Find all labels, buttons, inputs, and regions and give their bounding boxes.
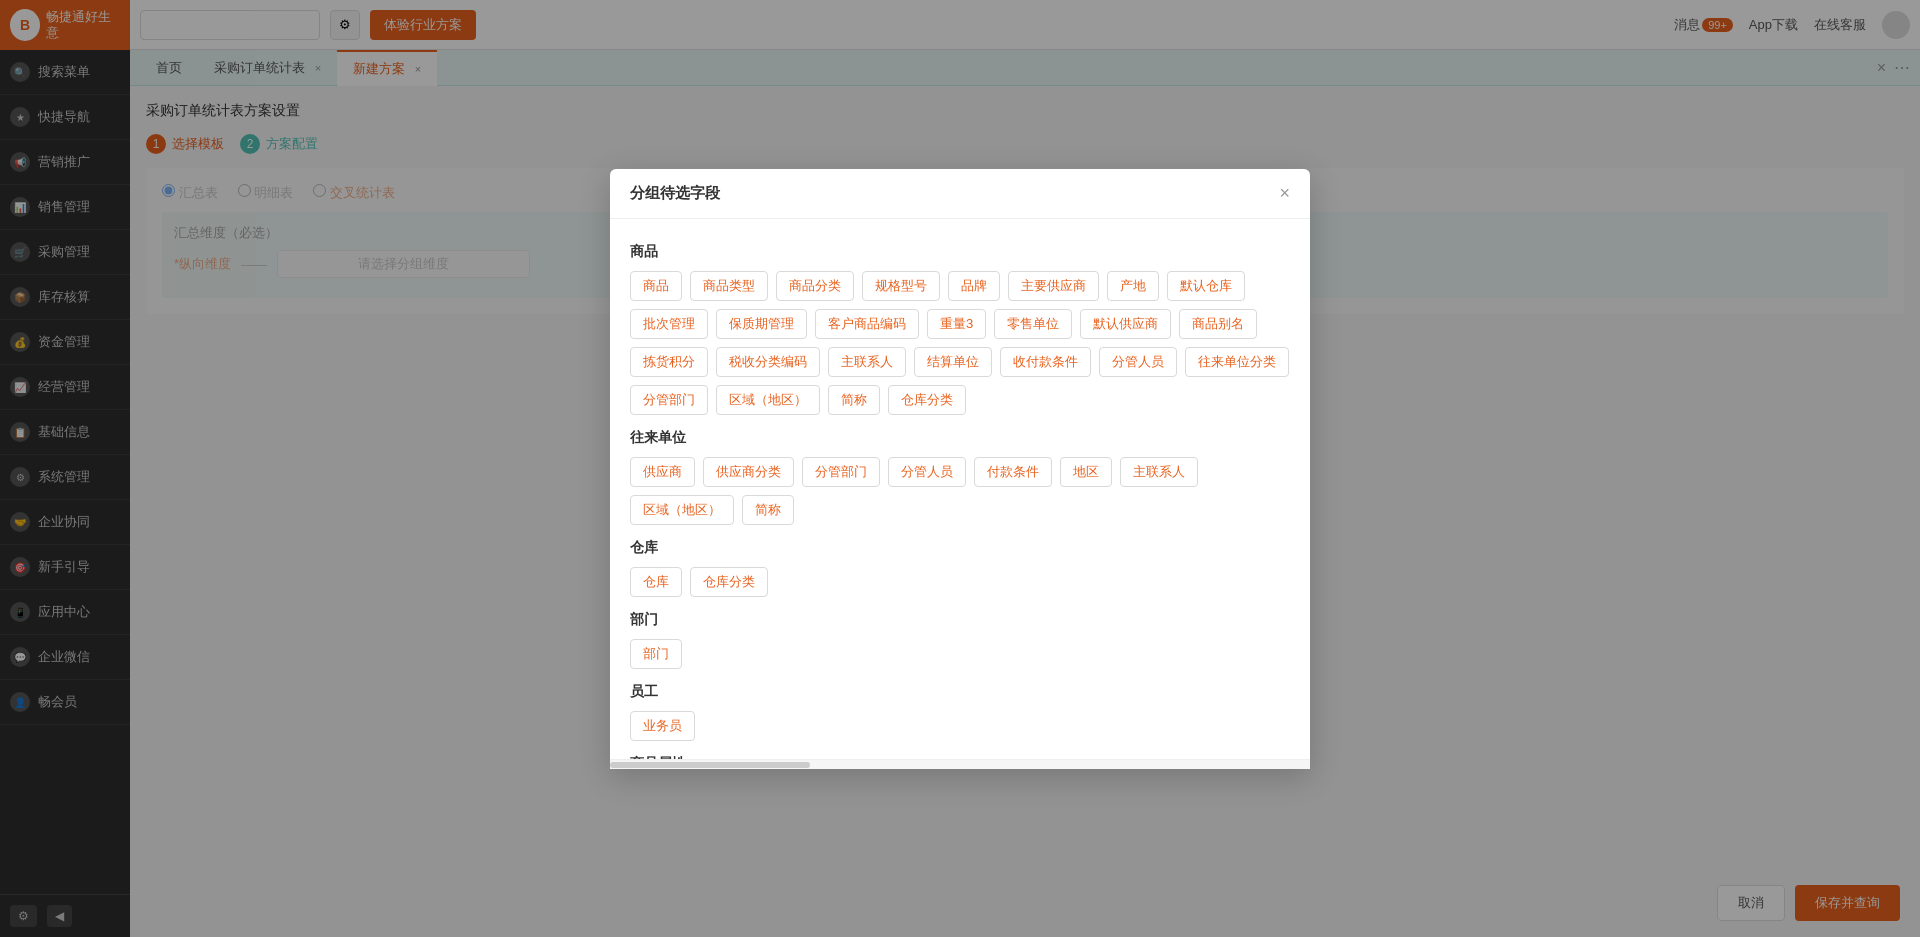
field-manage-person[interactable]: 分管人员	[888, 457, 966, 487]
field-default-supplier[interactable]: 默认供应商	[1080, 309, 1171, 339]
field-brand[interactable]: 品牌	[948, 271, 1000, 301]
field-customer-goods-code[interactable]: 客户商品编码	[815, 309, 919, 339]
field-default-warehouse[interactable]: 默认仓库	[1167, 271, 1245, 301]
field-batch-mgmt[interactable]: 批次管理	[630, 309, 708, 339]
section-goods-fields: 商品 商品类型 商品分类 规格型号 品牌 主要供应商 产地 默认仓库 批次管理 …	[630, 271, 1290, 415]
field-warehouse[interactable]: 仓库	[630, 567, 682, 597]
field-payment-terms[interactable]: 收付款条件	[1000, 347, 1091, 377]
section-counterpart-fields: 供应商 供应商分类 分管部门 分管人员 付款条件 地区 主联系人 区域（地区） …	[630, 457, 1290, 525]
dialog-title: 分组待选字段	[630, 184, 720, 203]
section-counterpart-title: 往来单位	[630, 429, 1290, 447]
field-selection-dialog: 分组待选字段 × 商品 商品 商品类型 商品分类 规格型号 品牌 主要供应商 产…	[610, 169, 1310, 769]
field-spec-model[interactable]: 规格型号	[862, 271, 940, 301]
field-abbr[interactable]: 简称	[828, 385, 880, 415]
field-region[interactable]: 区域（地区）	[716, 385, 820, 415]
section-goods-title: 商品	[630, 243, 1290, 261]
field-counterpart-category[interactable]: 往来单位分类	[1185, 347, 1289, 377]
field-main-contact2[interactable]: 主联系人	[1120, 457, 1198, 487]
field-goods[interactable]: 商品	[630, 271, 682, 301]
field-manage-dept[interactable]: 分管部门	[802, 457, 880, 487]
section-dept-title: 部门	[630, 611, 1290, 629]
field-shelf-life[interactable]: 保质期管理	[716, 309, 807, 339]
field-main-supplier[interactable]: 主要供应商	[1008, 271, 1099, 301]
dialog-hscroll-thumb	[610, 762, 810, 768]
field-region2[interactable]: 区域（地区）	[630, 495, 734, 525]
field-dept[interactable]: 分管部门	[630, 385, 708, 415]
field-tax-code[interactable]: 税收分类编码	[716, 347, 820, 377]
field-payment-cond[interactable]: 付款条件	[974, 457, 1052, 487]
section-employee-title: 员工	[630, 683, 1290, 701]
section-employee-fields: 业务员	[630, 711, 1290, 741]
field-goods-type[interactable]: 商品类型	[690, 271, 768, 301]
field-supplier[interactable]: 供应商	[630, 457, 695, 487]
field-department[interactable]: 部门	[630, 639, 682, 669]
field-area[interactable]: 地区	[1060, 457, 1112, 487]
field-goods-category[interactable]: 商品分类	[776, 271, 854, 301]
dialog-horizontal-scrollbar[interactable]	[610, 759, 1310, 769]
dialog-body: 商品 商品 商品类型 商品分类 规格型号 品牌 主要供应商 产地 默认仓库 批次…	[610, 219, 1310, 759]
field-main-contact[interactable]: 主联系人	[828, 347, 906, 377]
dialog-close-button[interactable]: ×	[1279, 183, 1290, 204]
field-supplier-category[interactable]: 供应商分类	[703, 457, 794, 487]
field-manager[interactable]: 分管人员	[1099, 347, 1177, 377]
field-weight3[interactable]: 重量3	[927, 309, 986, 339]
section-dept-fields: 部门	[630, 639, 1290, 669]
field-warehouse-cat[interactable]: 仓库分类	[888, 385, 966, 415]
field-pick-points[interactable]: 拣货积分	[630, 347, 708, 377]
section-warehouse-fields: 仓库 仓库分类	[630, 567, 1290, 597]
field-origin[interactable]: 产地	[1107, 271, 1159, 301]
field-abbr2[interactable]: 简称	[742, 495, 794, 525]
field-retail-unit[interactable]: 零售单位	[994, 309, 1072, 339]
section-warehouse-title: 仓库	[630, 539, 1290, 557]
dialog-header: 分组待选字段 ×	[610, 169, 1310, 219]
field-salesperson[interactable]: 业务员	[630, 711, 695, 741]
field-warehouse-category[interactable]: 仓库分类	[690, 567, 768, 597]
field-settlement-unit[interactable]: 结算单位	[914, 347, 992, 377]
field-goods-alias[interactable]: 商品别名	[1179, 309, 1257, 339]
